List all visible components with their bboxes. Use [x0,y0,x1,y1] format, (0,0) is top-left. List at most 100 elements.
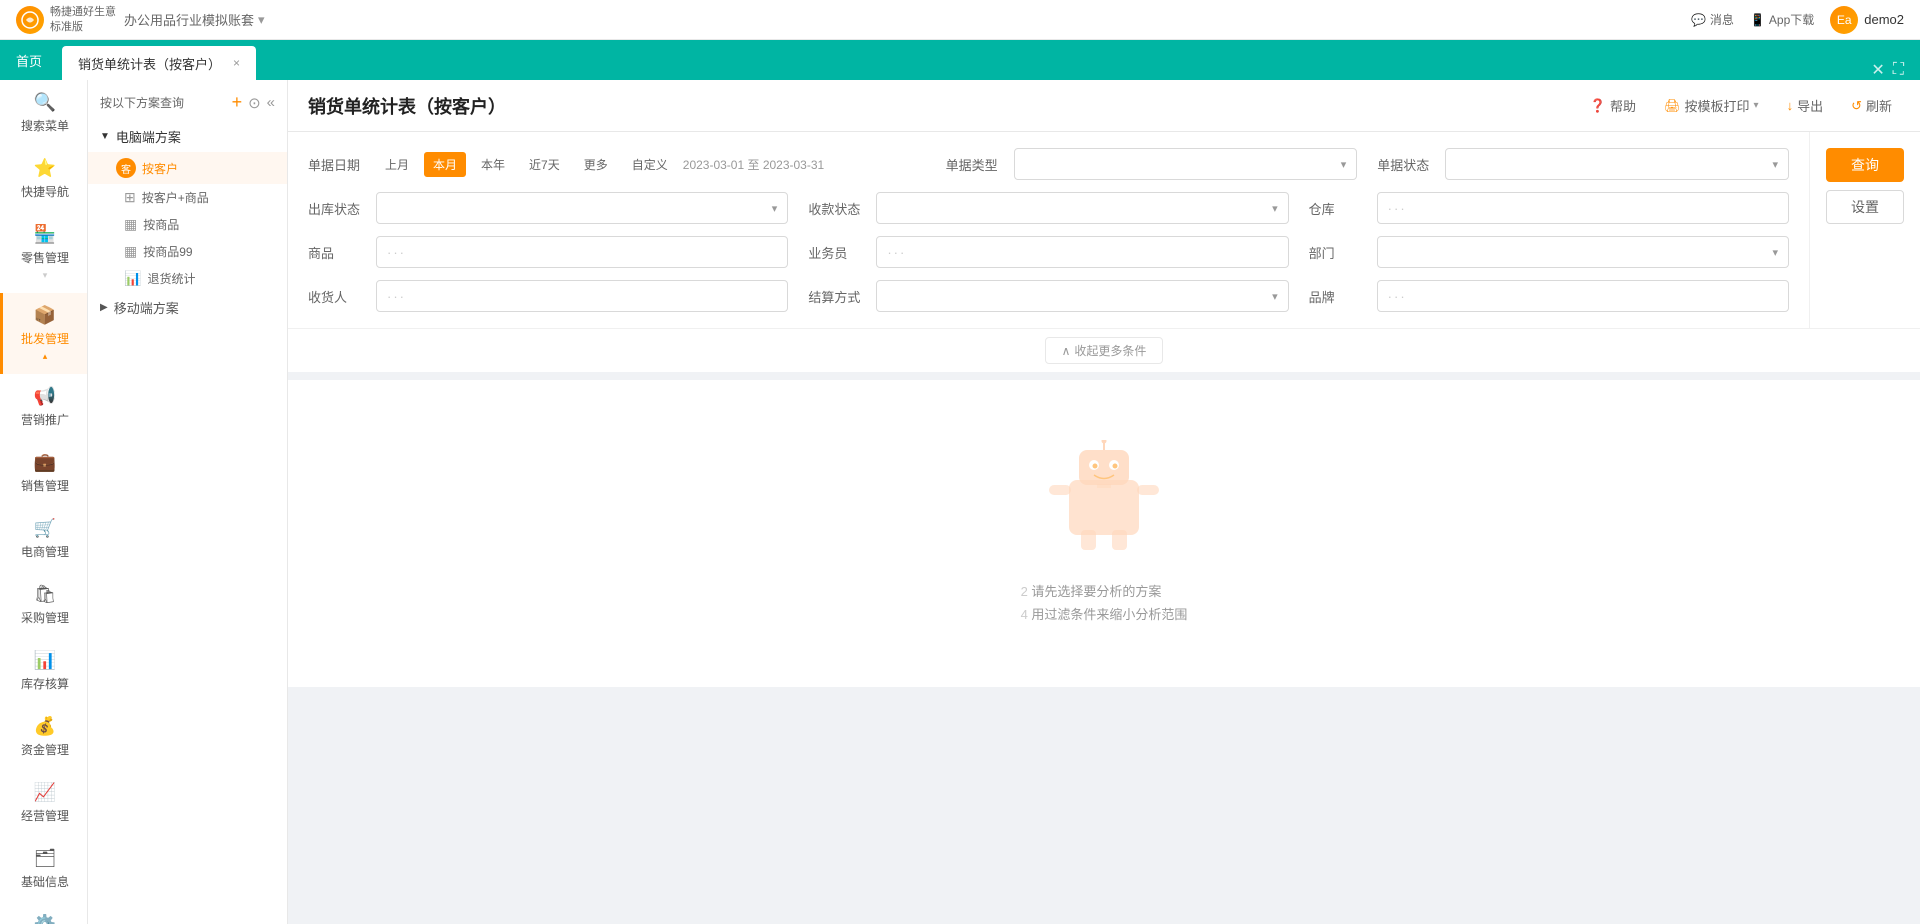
bill-status-input[interactable]: ▾ [1445,148,1789,180]
filter-salesperson: 业务员 ··· [808,236,1288,268]
system-icon: ⚙️ [34,914,56,924]
filter-date: 单据日期 上月 本月 本年 近7天 更多 自定义 2023-03-01 至 20… [308,152,926,177]
out-status-label: 出库状态 [308,199,368,218]
retail-icon: 🏪 [34,224,56,245]
collapse-btn[interactable]: ∧ 收起更多条件 [1045,337,1164,364]
user-area[interactable]: Ea demo2 [1830,6,1904,34]
settlement-arrow: ▾ [1272,290,1278,303]
department-input[interactable]: ▾ [1377,236,1789,268]
salesperson-input[interactable]: ··· [876,236,1288,268]
filter-receive-status: 收款状态 ▾ [808,192,1288,224]
receive-status-input[interactable]: ▾ [876,192,1288,224]
export-icon: ↓ [1787,98,1794,113]
brand-label: 品牌 [1309,287,1369,306]
sidebar-item-quicknav[interactable]: ⭐ 快捷导航 [0,146,87,212]
message-btn[interactable]: 💬 消息 [1691,11,1734,28]
filter-actions: 查询 设置 [1809,132,1920,328]
receive-status-arrow: ▾ [1272,202,1278,215]
filter-row-3: 商品 ··· 业务员 ··· 部门 [308,236,1789,268]
print-btn[interactable]: 🖨 按模板打印 ▾ [1656,92,1767,119]
operation-icon: 📈 [34,782,56,803]
consignee-label: 收货人 [308,287,368,306]
arrow-icon: ▾ [43,270,48,281]
collapse-panel-btn[interactable]: « [267,94,275,111]
tab-active[interactable]: 销货单统计表（按客户） × [62,46,256,80]
tab-minimize-icon[interactable]: ✕ [1871,60,1884,80]
tree-item-by-product99[interactable]: ▦ 按商品99 [88,238,287,265]
marketing-icon: 📢 [34,386,56,407]
tab-close-btn[interactable]: × [233,56,240,70]
mobile-expand-icon: ▶ [100,302,108,313]
sidebar-item-system[interactable]: ⚙️ 系统管理 [0,902,87,924]
refresh-btn[interactable]: ↺ 刷新 [1843,92,1900,119]
date-btn-more[interactable]: 更多 [575,152,617,177]
sidebar-item-basic[interactable]: 🗂 基础信息 [0,836,87,902]
filter-department: 部门 ▾ [1309,236,1789,268]
hint-1: 请先选择要分析的方案 [1021,580,1188,603]
date-filter: 上月 本月 本年 近7天 更多 自定义 2023-03-01 至 2023-03… [376,152,824,177]
tab-home[interactable]: 首页 [0,40,58,80]
bill-type-input[interactable]: ▾ [1014,148,1358,180]
tab-maximize-icon[interactable]: ⛶ [1893,61,1904,79]
export-btn[interactable]: ↓ 导出 [1779,92,1832,119]
out-status-input[interactable]: ▾ [376,192,788,224]
help-btn[interactable]: ❓ 帮助 [1582,92,1644,119]
consignee-input[interactable]: ··· [376,280,788,312]
bill-status-arrow: ▾ [1772,158,1778,171]
mobile-group-header[interactable]: ▶ 移动端方案 [88,292,287,323]
date-btn-last-month[interactable]: 上月 [376,152,418,177]
sidebar-item-inventory[interactable]: 📊 库存核算 [0,638,87,704]
date-btn-this-year[interactable]: 本年 [472,152,514,177]
add-scheme-btn[interactable]: + [232,92,243,113]
product-input[interactable]: ··· [376,236,788,268]
sidebar-item-search[interactable]: 🔍 搜索菜单 [0,80,87,146]
sidebar-item-sales[interactable]: 💼 销售管理 [0,440,87,506]
query-btn[interactable]: 查询 [1826,148,1904,182]
filter-bill-type: 单据类型 ▾ [946,148,1358,180]
collapse-row: ∧ 收起更多条件 [288,328,1920,372]
sidebar-item-marketing[interactable]: 📢 营销推广 [0,374,87,440]
tree-item-by-customer[interactable]: 客 按客户 [88,152,287,184]
sidebar-item-finance[interactable]: 💰 资金管理 [0,704,87,770]
wholesale-icon: 📦 [34,305,56,326]
brand-input[interactable]: ··· [1377,280,1789,312]
tree-item-by-customer-product[interactable]: ⊞ 按客户+商品 [88,184,287,211]
settlement-label: 结算方式 [808,287,868,306]
desktop-group-header[interactable]: ▼ 电脑端方案 [88,121,287,152]
expand-icon: ▼ [100,131,110,142]
sidebar-item-ecommerce[interactable]: 🛒 电商管理 [0,506,87,572]
settlement-input[interactable]: ▾ [876,280,1288,312]
logo-icon [16,6,44,34]
date-btn-this-month[interactable]: 本月 [424,152,466,177]
settings-scheme-btn[interactable]: ⊙ [248,94,261,112]
app-title[interactable]: 办公用品行业模拟账套 ▾ [124,10,265,29]
date-btn-7days[interactable]: 近7天 [520,152,569,177]
department-arrow: ▾ [1772,246,1778,259]
tree-item-by-product[interactable]: ▦ 按商品 [88,211,287,238]
warehouse-input[interactable]: ··· [1377,192,1789,224]
receive-status-label: 收款状态 [808,199,868,218]
bill-type-arrow: ▾ [1341,158,1347,171]
date-range-text: 2023-03-01 至 2023-03-31 [683,156,824,173]
sales-icon: 💼 [34,452,56,473]
customer-product-icon: ⊞ [124,189,136,206]
sidebar-item-retail[interactable]: 🏪 零售管理 ▾ [0,212,87,293]
download-icon: 📱 [1750,13,1765,27]
sidebar-item-operation[interactable]: 📈 经营管理 [0,770,87,836]
avatar: Ea [1830,6,1858,34]
tab-bar-actions: ✕ ⛶ [1871,60,1920,80]
empty-hints: 请先选择要分析的方案 用过滤条件来缩小分析范围 [1021,580,1188,627]
app-download-btn[interactable]: 📱 App下载 [1750,11,1814,28]
filter-row-1: 单据日期 上月 本月 本年 近7天 更多 自定义 2023-03-01 至 20… [308,148,1789,180]
basic-icon: 🗂 [34,848,57,869]
sidebar-item-wholesale[interactable]: 📦 批发管理 ▴ [0,293,87,374]
settings-btn[interactable]: 设置 [1826,190,1904,224]
filter-row-2: 出库状态 ▾ 收款状态 ▾ 仓库 [308,192,1789,224]
product-label: 商品 [308,243,368,262]
tree-item-return-stats[interactable]: 📊 退货统计 [88,265,287,292]
header-right: 💬 消息 📱 App下载 Ea demo2 [1691,6,1904,34]
page-header: 销货单统计表（按客户） ❓ 帮助 🖨 按模板打印 ▾ ↓ 导出 ↺ 刷新 [288,80,1920,132]
sidebar-item-purchase[interactable]: 🛍 采购管理 [0,572,87,638]
date-btn-custom[interactable]: 自定义 [623,152,677,177]
ecommerce-icon: 🛒 [34,518,56,539]
